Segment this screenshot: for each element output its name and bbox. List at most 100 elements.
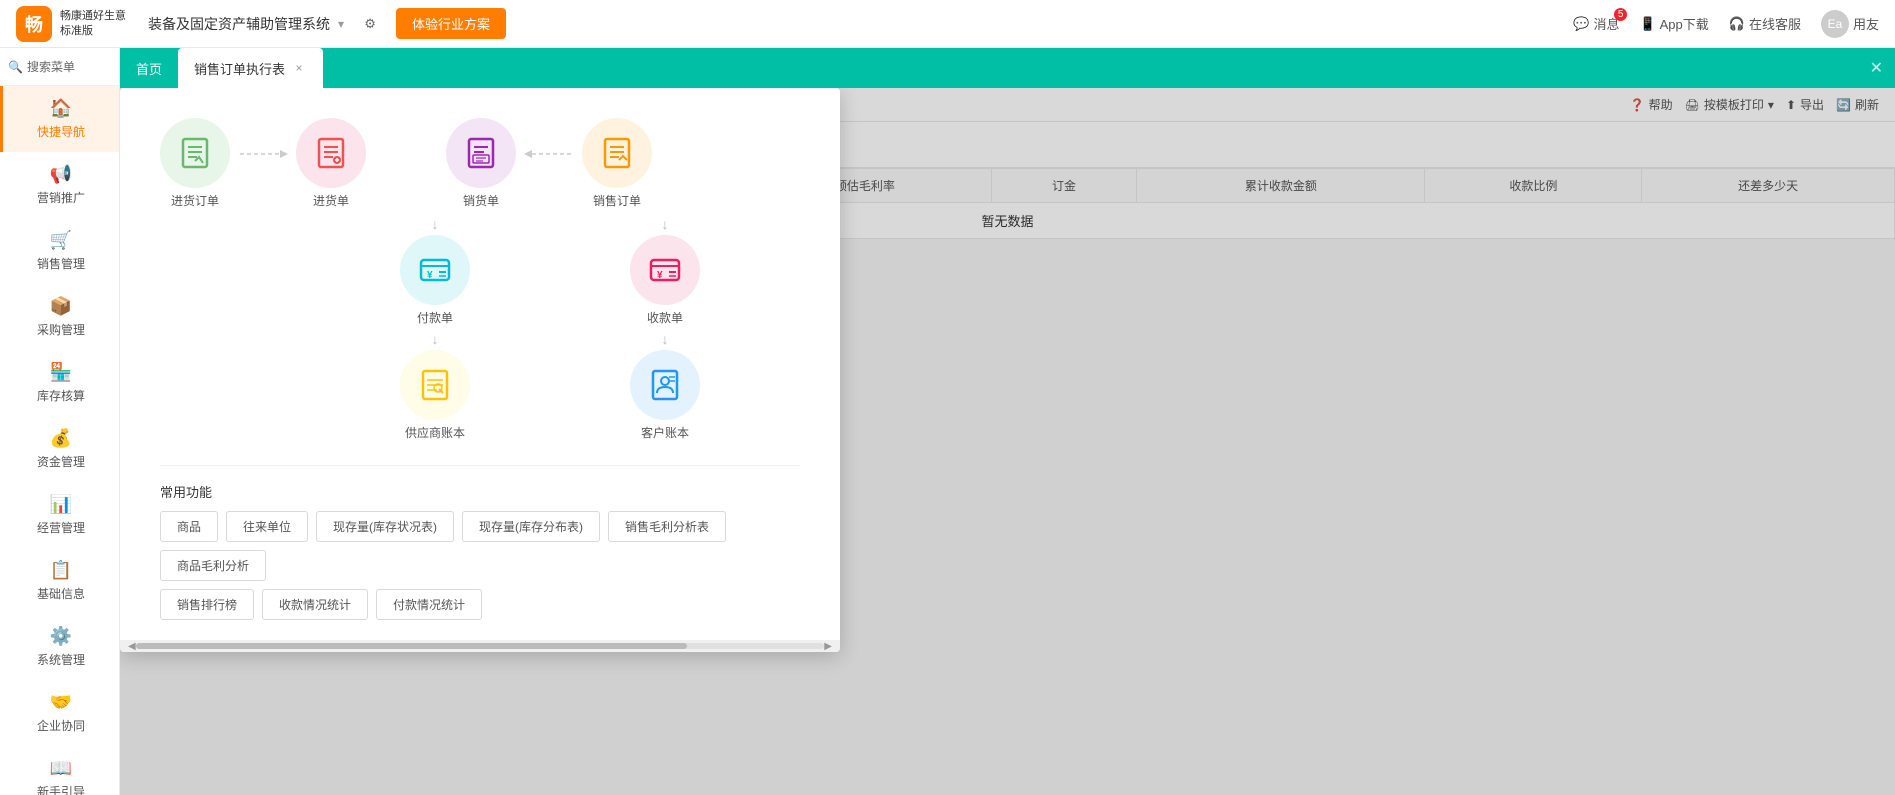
message-badge: 5	[1614, 8, 1628, 21]
payment-bill-circle: ¥	[400, 235, 470, 305]
cf-btn-product-profit[interactable]: 商品毛利分析	[160, 550, 266, 581]
user-menu-button[interactable]: Ea 用友	[1821, 10, 1879, 38]
marketing-icon: 📢	[50, 164, 72, 185]
sidebar-item-marketing[interactable]: 📢 营销推广	[0, 152, 119, 218]
cf-btn-payment-stat[interactable]: 付款情况统计	[376, 589, 482, 620]
purchase-order-label: 进货订单	[171, 192, 219, 209]
experience-button[interactable]: 体验行业方案	[396, 8, 506, 39]
svg-text:¥: ¥	[427, 270, 433, 281]
cf-btn-product[interactable]: 商品	[160, 511, 218, 542]
sales-bill-label: 销货单	[463, 192, 499, 209]
tab-close-icon[interactable]: ×	[291, 60, 307, 76]
service-icon: 🎧	[1729, 16, 1745, 32]
sidebar-item-inventory[interactable]: 🏪 库存核算	[0, 350, 119, 416]
sales-bill-node[interactable]: 销货单	[446, 118, 516, 209]
home-icon: 🏠	[50, 98, 72, 119]
close-all-icon[interactable]: ✕	[1870, 58, 1883, 78]
svg-text:¥: ¥	[657, 270, 663, 281]
supplier-ledger-node[interactable]: 供应商账本	[400, 350, 470, 441]
message-button[interactable]: 💬 消息 5	[1573, 14, 1619, 33]
sales-bill-down-section: ↓ ¥	[590, 217, 740, 441]
purchase-order-circle	[160, 118, 230, 188]
search-icon: 🔍	[8, 60, 23, 74]
logo-area: 畅 畅康通好生意 标准版	[16, 6, 136, 42]
purchase-icon: 📦	[50, 296, 72, 317]
arrow-right-icon	[238, 146, 288, 162]
receipt-bill-node[interactable]: ¥ 收款单	[630, 235, 700, 326]
popup-scrollbar[interactable]: ◀ ▶	[120, 640, 840, 652]
sidebar-item-sales[interactable]: 🛒 销售管理	[0, 218, 119, 284]
purchase-bill-down-section: ↓ ¥	[360, 217, 510, 441]
payment-bill-node[interactable]: ¥ 付款单	[400, 235, 470, 326]
flow-row-arrows: ↓ ¥	[160, 217, 740, 441]
sidebar-item-finance[interactable]: 💰 资金管理	[0, 416, 119, 482]
chevron-down-icon[interactable]: ▾	[338, 17, 344, 31]
scrollbar-thumb[interactable]	[136, 643, 687, 649]
cf-btn-receipt-stat[interactable]: 收款情况统计	[262, 589, 368, 620]
purchase-order-icon	[177, 135, 213, 171]
logo-icon: 畅	[16, 6, 52, 42]
arrow-down-receipt-bill: ↓	[662, 332, 669, 346]
settings-icon[interactable]: ⚙	[356, 10, 384, 38]
customer-ledger-label: 客户账本	[641, 424, 689, 441]
cf-btn-sales-profit[interactable]: 销售毛利分析表	[608, 511, 726, 542]
app-download-button[interactable]: 📱 App下载	[1639, 14, 1708, 33]
sidebar-search[interactable]: 🔍 搜索菜单	[0, 48, 119, 86]
sidebar-item-purchase[interactable]: 📦 采购管理	[0, 284, 119, 350]
arrow-purchase-to-bill	[230, 146, 296, 162]
download-icon: 📱	[1639, 16, 1655, 32]
flow-row-1: 进货订单	[160, 118, 652, 209]
popup-content: 进货订单	[120, 88, 840, 640]
tab-bar-end: ✕	[1870, 58, 1895, 78]
sidebar-item-system[interactable]: ⚙️ 系统管理	[0, 614, 119, 680]
customer-ledger-icon	[647, 367, 683, 403]
system-title: 装备及固定资产辅助管理系统 ▾	[148, 14, 344, 34]
cf-btn-stock-status[interactable]: 现存量(库存状况表)	[316, 511, 454, 542]
sidebar-item-basic[interactable]: 📋 基础信息	[0, 548, 119, 614]
sidebar-item-newbie[interactable]: 📖 新手引导	[0, 746, 119, 795]
top-bar: 畅 畅康通好生意 标准版 装备及固定资产辅助管理系统 ▾ ⚙ 体验行业方案 💬 …	[0, 0, 1895, 48]
online-service-button[interactable]: 🎧 在线客服	[1729, 14, 1801, 33]
payment-bill-icon: ¥	[417, 252, 453, 288]
supplier-ledger-circle	[400, 350, 470, 420]
scroll-left-arrow[interactable]: ◀	[128, 641, 136, 652]
sales-bill-circle	[446, 118, 516, 188]
sidebar-item-quick-nav[interactable]: 🏠 快捷导航	[0, 86, 119, 152]
system-icon: ⚙️	[50, 626, 72, 647]
newbie-icon: 📖	[50, 758, 72, 779]
quick-nav-overlay: 进货订单	[120, 88, 1895, 795]
purchase-order-node[interactable]: 进货订单	[160, 118, 230, 209]
receipt-bill-circle: ¥	[630, 235, 700, 305]
scrollbar-track	[136, 643, 825, 649]
sidebar-item-enterprise[interactable]: 🤝 企业协同	[0, 680, 119, 746]
supplier-ledger-icon	[417, 367, 453, 403]
sales-order-node[interactable]: 销售订单	[582, 118, 652, 209]
cf-btn-stock-dist[interactable]: 现存量(库存分布表)	[462, 511, 600, 542]
arrow-down-sales-bill: ↓	[662, 217, 669, 231]
tab-bar: 首页 销售订单执行表 × ✕	[120, 48, 1895, 88]
customer-ledger-node[interactable]: 客户账本	[630, 350, 700, 441]
tab-sales-order[interactable]: 销售订单执行表 ×	[178, 48, 323, 88]
common-function-buttons-2: 销售排行榜 收款情况统计 付款情况统计	[160, 589, 800, 620]
receipt-bill-icon: ¥	[647, 252, 683, 288]
arrow-sales-order-to-bill	[516, 146, 582, 162]
finance-icon: 💰	[50, 428, 72, 449]
tab-home[interactable]: 首页	[120, 48, 178, 88]
cf-btn-sales-rank[interactable]: 销售排行榜	[160, 589, 254, 620]
flow-diagram: 进货订单	[160, 118, 800, 441]
top-bar-left: 畅 畅康通好生意 标准版 装备及固定资产辅助管理系统 ▾ ⚙ 体验行业方案	[16, 6, 506, 42]
cf-btn-partner[interactable]: 往来单位	[226, 511, 308, 542]
page-content: ❓ 帮助 🖨 按模板打印 ▾ ⬆ 导出 🔄 刷新	[120, 88, 1895, 795]
sales-bill-icon	[463, 135, 499, 171]
top-bar-right: 💬 消息 5 📱 App下载 🎧 在线客服 Ea 用友	[1573, 10, 1879, 38]
payment-bill-label: 付款单	[417, 309, 453, 326]
purchase-bill-node[interactable]: 进货单	[296, 118, 366, 209]
common-function-buttons: 商品 往来单位 现存量(库存状况表) 现存量(库存分布表) 销售毛利分析表 商品…	[160, 511, 800, 581]
sidebar: 🔍 搜索菜单 🏠 快捷导航 📢 营销推广 🛒 销售管理 📦 采购管理 🏪	[0, 48, 120, 795]
sidebar-item-operation[interactable]: 📊 经营管理	[0, 482, 119, 548]
operation-icon: 📊	[50, 494, 72, 515]
customer-ledger-circle	[630, 350, 700, 420]
content-area: 首页 销售订单执行表 × ✕ ❓ 帮助	[120, 48, 1895, 795]
scroll-right-arrow[interactable]: ▶	[824, 641, 832, 652]
arrow-down-payment-bill: ↓	[432, 332, 439, 346]
